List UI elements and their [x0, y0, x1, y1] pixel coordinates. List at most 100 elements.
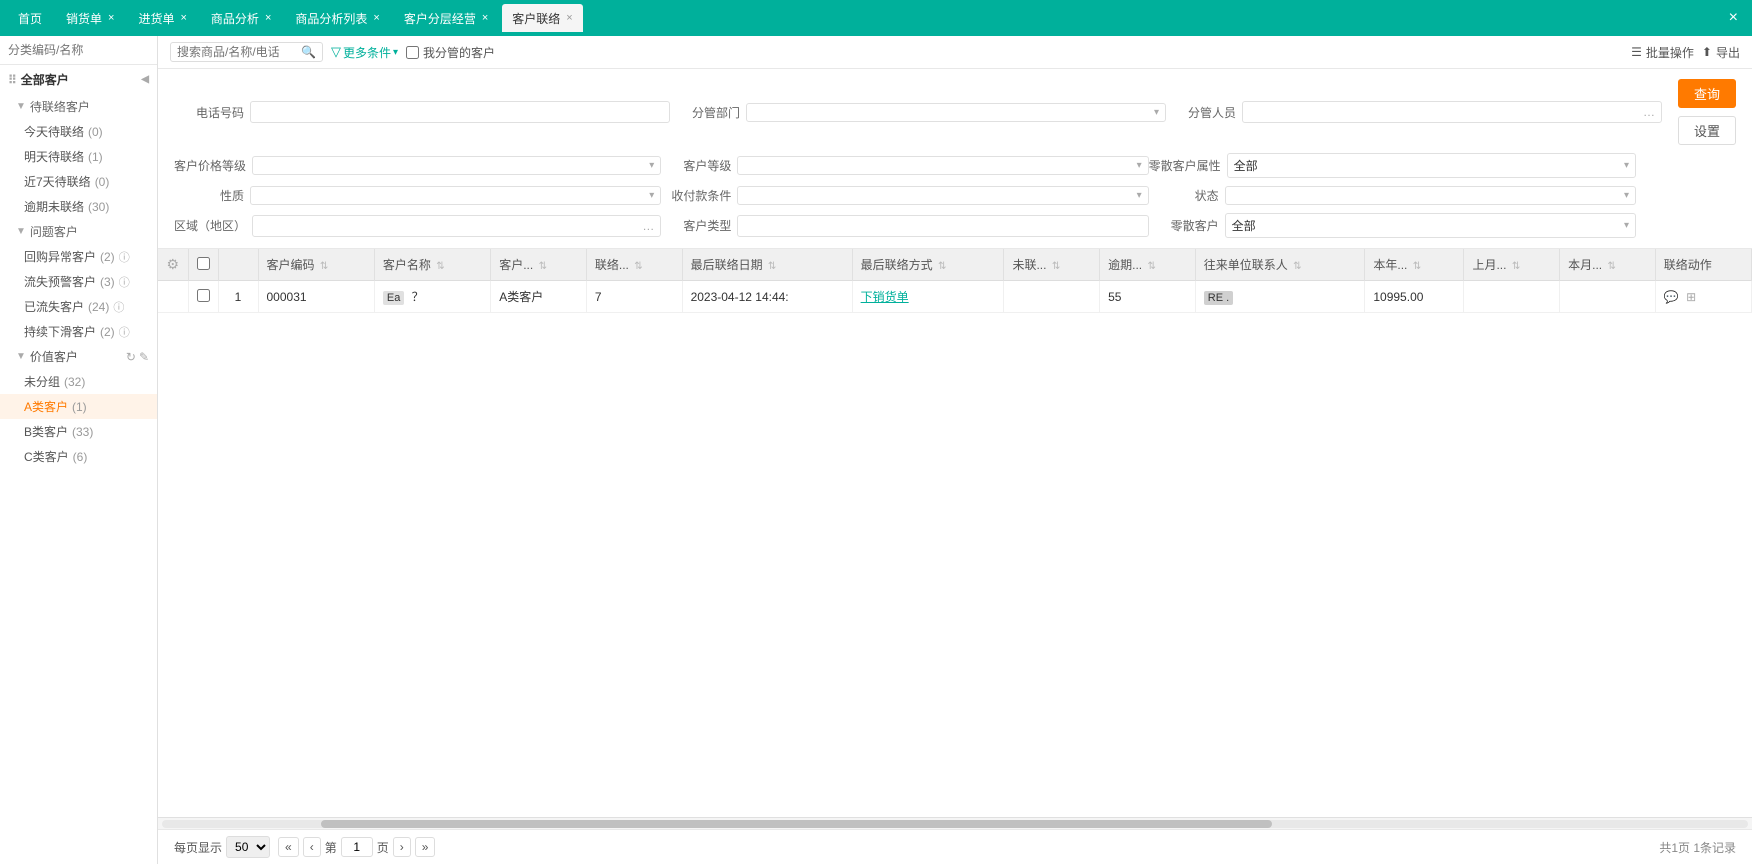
th-last-method-label: 最后联络方式 — [861, 258, 933, 272]
filter-region-dots-icon: … — [642, 219, 654, 233]
filter-payment-select[interactable]: ▾ — [737, 186, 1148, 205]
th-category[interactable]: 客户... ⇅ — [491, 249, 587, 281]
row-checkbox[interactable] — [197, 289, 210, 302]
sidebar-item-churned[interactable]: 已流失客户 (24) ⓘ — [0, 294, 157, 319]
sidebar-churned-info-icon[interactable]: ⓘ — [113, 299, 124, 315]
sidebar-item-declining[interactable]: 持续下滑客户 (2) ⓘ — [0, 319, 157, 344]
sidebar-collapse-icon[interactable]: ◀ — [141, 74, 149, 85]
th-this-month-sort-icon: ⇅ — [1607, 261, 1615, 272]
sidebar-item-churn-warning[interactable]: 流失预警客户 (3) ⓘ — [0, 269, 157, 294]
export-btn[interactable]: ⬆ 导出 — [1702, 44, 1740, 61]
select-all-checkbox[interactable] — [197, 257, 210, 270]
nav-product-list[interactable]: 商品分析列表 × — [285, 4, 389, 32]
nav-customer-segment-close[interactable]: × — [482, 12, 488, 24]
sidebar-search-input[interactable] — [8, 43, 158, 57]
filter-region-label: 区域（地区） — [174, 217, 246, 234]
sidebar-item-b-class[interactable]: B类客户 (33) — [0, 419, 157, 444]
query-button[interactable]: 查询 — [1678, 79, 1736, 108]
sidebar-churn-warning-info-icon[interactable]: ⓘ — [119, 274, 130, 290]
action-chat-icon[interactable]: 💬 — [1664, 290, 1679, 304]
nav-customer-contact-close[interactable]: × — [566, 12, 572, 24]
pag-last-btn[interactable]: » — [415, 837, 436, 857]
my-customers-check[interactable]: 我分管的客户 — [406, 44, 495, 61]
settings-button[interactable]: 设置 — [1678, 116, 1736, 145]
filter-person-dots-icon: … — [1643, 105, 1655, 119]
th-no-contact[interactable]: 未联... ⇅ — [1004, 249, 1100, 281]
filter-grid: 电话号码 分管部门 ▾ 分管人员 … — [158, 69, 1752, 249]
th-unit-contact[interactable]: 往来单位联系人 ⇅ — [1195, 249, 1365, 281]
th-contact[interactable]: 联络... ⇅ — [586, 249, 682, 281]
per-page-select[interactable]: 50 — [226, 836, 270, 858]
filter-dept-select[interactable]: ▾ — [746, 103, 1166, 122]
sidebar-pending-label: 待联络客户 — [30, 98, 90, 115]
close-all-btn[interactable]: × — [1723, 9, 1744, 27]
sidebar-item-overdue[interactable]: 逾期未联络 (30) — [0, 194, 157, 219]
nav-customer-segment[interactable]: 客户分层经营 × — [394, 4, 498, 32]
sidebar-pending-contact[interactable]: ▼ 待联络客户 — [0, 94, 157, 119]
th-this-year[interactable]: 本年... ⇅ — [1365, 249, 1464, 281]
sidebar-a-class-count: (1) — [72, 400, 87, 414]
sidebar-tomorrow-count: (1) — [88, 150, 103, 164]
filter-retail-select[interactable]: 全部 ▾ — [1225, 213, 1636, 238]
pag-page-input[interactable] — [341, 837, 373, 857]
filter-cust-type-input[interactable] — [737, 215, 1148, 237]
sidebar-item-ungroup[interactable]: 未分组 (32) — [0, 369, 157, 394]
sidebar-repurchase-info-icon[interactable]: ⓘ — [119, 249, 130, 265]
row-contact: 7 — [595, 290, 602, 304]
main-search-icon[interactable]: 🔍 — [301, 45, 316, 59]
nav-product-list-close[interactable]: × — [373, 12, 379, 24]
filter-person-input[interactable]: … — [1242, 101, 1662, 123]
filter-customer-level-select[interactable]: ▾ — [737, 156, 1148, 175]
table-gear-icon[interactable]: ⚙ — [166, 256, 179, 272]
sidebar-all-customers[interactable]: ⠿ 全部客户 ◀ — [0, 65, 157, 94]
sidebar-value-customers[interactable]: ▼ 价值客户 ↻ ✎ — [0, 344, 157, 369]
nav-sales[interactable]: 销货单 × — [56, 4, 124, 32]
sidebar-refresh-icon[interactable]: ↻ — [126, 350, 136, 364]
scroll-thumb[interactable] — [321, 820, 1273, 828]
th-this-month[interactable]: 本月... ⇅ — [1560, 249, 1656, 281]
filter-status-select[interactable]: ▾ — [1225, 186, 1636, 205]
row-last-method-link[interactable]: 下销货单 — [861, 290, 909, 304]
sidebar-churned-count: (24) — [88, 300, 109, 314]
nav-purchase-close[interactable]: × — [180, 12, 186, 24]
action-grid-icon[interactable]: ⊞ — [1686, 290, 1696, 304]
scroll-track[interactable] — [162, 820, 1748, 828]
my-customers-checkbox[interactable] — [406, 46, 419, 59]
sidebar-item-today[interactable]: 今天待联络 (0) — [0, 119, 157, 144]
filter-region-select[interactable]: … — [252, 215, 661, 237]
nav-product-analysis-close[interactable]: × — [265, 12, 271, 24]
nav-sales-close[interactable]: × — [108, 12, 114, 24]
sidebar-problem-customers[interactable]: ▼ 问题客户 — [0, 219, 157, 244]
more-conditions-btn[interactable]: ▽ 更多条件 ▾ — [331, 44, 398, 61]
th-name[interactable]: 客户名称 ⇅ — [374, 249, 490, 281]
th-code[interactable]: 客户编码 ⇅ — [258, 249, 374, 281]
sidebar-edit-icon[interactable]: ✎ — [139, 350, 149, 364]
filter-nature-select[interactable]: ▾ — [250, 186, 661, 205]
sidebar-declining-info-icon[interactable]: ⓘ — [119, 324, 130, 340]
sidebar-item-tomorrow[interactable]: 明天待联络 (1) — [0, 144, 157, 169]
th-last-month[interactable]: 上月... ⇅ — [1464, 249, 1560, 281]
th-last-method[interactable]: 最后联络方式 ⇅ — [852, 249, 1004, 281]
horizontal-scrollbar[interactable] — [158, 817, 1752, 829]
sidebar-item-a-class[interactable]: A类客户 (1) — [0, 394, 157, 419]
filter-price-level-select[interactable]: ▾ — [252, 156, 661, 175]
pag-first-btn[interactable]: « — [278, 837, 299, 857]
nav-product-analysis[interactable]: 商品分析 × — [201, 4, 281, 32]
main-search-input[interactable] — [177, 45, 297, 59]
nav-home[interactable]: 首页 — [8, 4, 52, 32]
pag-prev-btn[interactable]: ‹ — [303, 837, 321, 857]
filter-phone-input[interactable] — [250, 101, 670, 123]
sidebar-item-repurchase[interactable]: 回购异常客户 (2) ⓘ — [0, 244, 157, 269]
batch-op-btn[interactable]: ☰ 批量操作 — [1631, 44, 1694, 61]
nav-purchase[interactable]: 进货单 × — [128, 4, 196, 32]
filter-retail-attr-select[interactable]: 全部 ▾ — [1227, 153, 1636, 178]
nav-home-label: 首页 — [18, 10, 42, 27]
pag-next-btn[interactable]: › — [393, 837, 411, 857]
th-last-month-label: 上月... — [1472, 258, 1506, 272]
nav-customer-contact[interactable]: 客户联络 × — [502, 4, 582, 32]
sidebar-item-7days[interactable]: 近7天待联络 (0) — [0, 169, 157, 194]
th-overdue[interactable]: 逾期... ⇅ — [1100, 249, 1196, 281]
th-last-date[interactable]: 最后联络日期 ⇅ — [682, 249, 852, 281]
sidebar-item-c-class[interactable]: C类客户 (6) — [0, 444, 157, 469]
th-unit-contact-sort-icon: ⇅ — [1293, 261, 1301, 272]
